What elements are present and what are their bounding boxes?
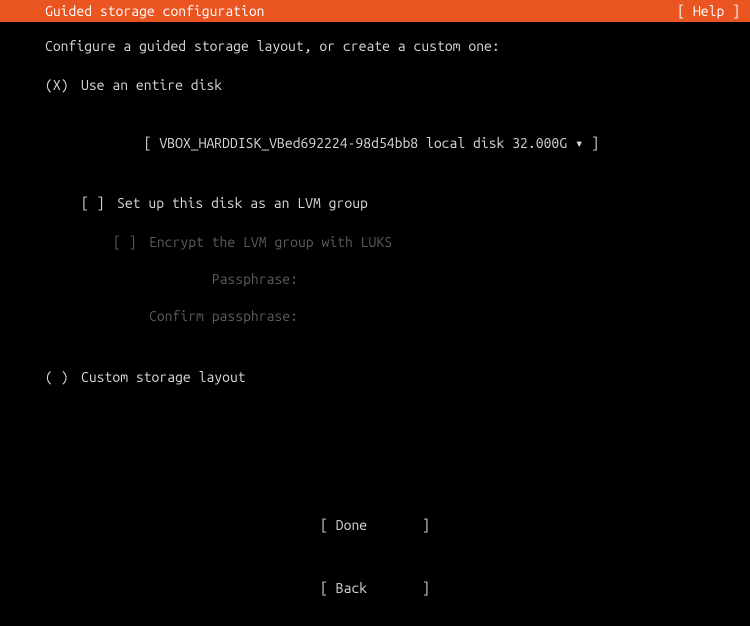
- entire-disk-block: Use an entire disk [ VBOX_HARDDISK_VBed6…: [81, 75, 705, 343]
- footer-buttons: [ Done ] [ Back ]: [0, 473, 750, 620]
- chevron-down-icon: ▾: [567, 135, 591, 151]
- lvm-label: Set up this disk as an LVM group: [117, 193, 368, 214]
- instruction-text: Configure a guided storage layout, or cr…: [45, 36, 705, 57]
- passphrase-row: Passphrase:: [149, 269, 705, 290]
- option-custom-layout: ( ) Custom storage layout: [45, 367, 705, 388]
- disk-select-value: VBOX_HARDDISK_VBed692224-98d54bb8 local …: [159, 135, 567, 151]
- confirm-passphrase-label: Confirm passphrase:: [149, 308, 298, 324]
- lvm-checkbox[interactable]: [ ]: [81, 193, 117, 214]
- back-button[interactable]: [ Back ]: [0, 578, 750, 599]
- encrypt-checkbox: [ ]: [113, 232, 149, 253]
- encrypt-label: Encrypt the LVM group with LUKS: [149, 232, 392, 253]
- disk-select-dropdown[interactable]: [ VBOX_HARDDISK_VBed692224-98d54bb8 loca…: [81, 112, 705, 175]
- radio-custom-layout[interactable]: ( ): [45, 367, 81, 388]
- help-button[interactable]: [ Help ]: [677, 1, 740, 22]
- page-title: Guided storage configuration: [45, 1, 265, 22]
- entire-disk-label: Use an entire disk: [81, 75, 705, 96]
- radio-entire-disk[interactable]: (X): [45, 75, 81, 343]
- header-bar: Guided storage configuration [ Help ]: [0, 0, 750, 22]
- passphrase-label: Passphrase:: [212, 271, 298, 287]
- bracket-close: ]: [591, 135, 599, 151]
- lvm-option-row: [ ] Set up this disk as an LVM group: [81, 193, 705, 214]
- custom-layout-label: Custom storage layout: [81, 367, 246, 388]
- done-button[interactable]: [ Done ]: [0, 515, 750, 536]
- bracket-open: [: [144, 135, 160, 151]
- content-area: Configure a guided storage layout, or cr…: [0, 22, 750, 388]
- encrypt-option-row: [ ] Encrypt the LVM group with LUKS: [113, 232, 705, 253]
- option-entire-disk: (X) Use an entire disk [ VBOX_HARDDISK_V…: [45, 75, 705, 343]
- confirm-passphrase-row: Confirm passphrase:: [149, 306, 705, 327]
